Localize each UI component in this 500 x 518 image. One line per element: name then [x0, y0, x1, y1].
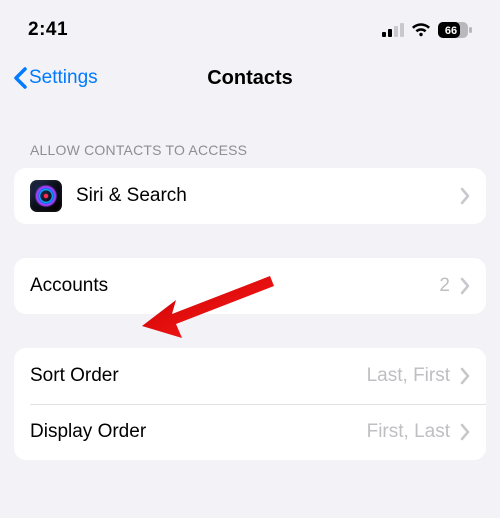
row-label-siri: Siri & Search: [76, 185, 187, 207]
status-bar: 2:41 66: [0, 0, 500, 44]
chevron-left-icon: [12, 66, 28, 90]
page-title: Contacts: [207, 67, 293, 90]
siri-icon: [30, 180, 62, 212]
chevron-right-icon: [460, 187, 470, 205]
chevron-right-icon: [460, 423, 470, 441]
row-siri-search[interactable]: Siri & Search: [14, 168, 486, 224]
chevron-right-icon: [460, 277, 470, 295]
row-detail-accounts: 2: [439, 275, 450, 297]
group-order: Sort Order Last, First Display Order Fir…: [14, 348, 486, 460]
wifi-icon: [411, 23, 431, 37]
back-label: Settings: [29, 67, 98, 89]
row-label-display: Display Order: [30, 421, 146, 443]
battery-level: 66: [445, 25, 457, 37]
back-button[interactable]: Settings: [12, 66, 98, 90]
cellular-icon: [382, 23, 404, 37]
row-display-order[interactable]: Display Order First, Last: [14, 404, 486, 460]
group-allow-access: Siri & Search: [14, 168, 486, 224]
group-accounts: Accounts 2: [14, 258, 486, 314]
battery-icon: 66: [438, 22, 472, 38]
row-label-accounts: Accounts: [30, 275, 108, 297]
section-header-allow: ALLOW CONTACTS TO ACCESS: [0, 106, 500, 168]
row-detail-sort: Last, First: [367, 365, 450, 387]
chevron-right-icon: [460, 367, 470, 385]
nav-bar: Settings Contacts: [0, 44, 500, 106]
row-accounts[interactable]: Accounts 2: [14, 258, 486, 314]
row-label-sort: Sort Order: [30, 365, 119, 387]
status-icons-group: 66: [382, 22, 472, 38]
status-time: 2:41: [28, 19, 68, 41]
row-detail-display: First, Last: [367, 421, 450, 443]
row-sort-order[interactable]: Sort Order Last, First: [14, 348, 486, 404]
